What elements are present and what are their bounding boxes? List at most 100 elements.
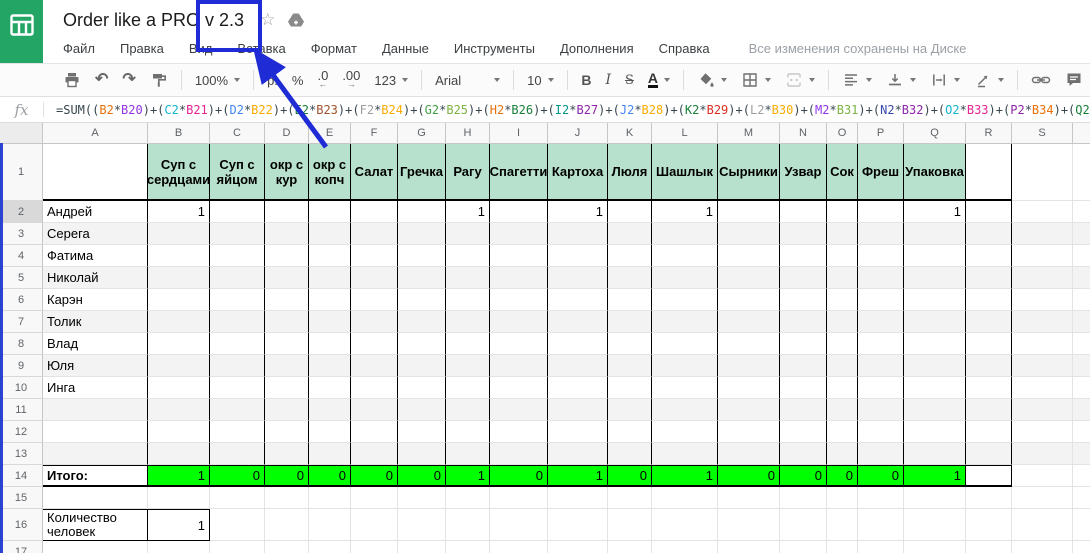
cell-T2[interactable] xyxy=(1073,201,1090,223)
cell-Q8[interactable] xyxy=(904,333,966,355)
cell-C2[interactable] xyxy=(210,201,265,223)
cell-O4[interactable] xyxy=(827,245,858,267)
row-header-1[interactable]: 1 xyxy=(0,144,43,201)
cell-D16[interactable] xyxy=(265,509,309,541)
paint-format-button[interactable] xyxy=(145,68,173,92)
text-wrap-button[interactable] xyxy=(925,68,965,92)
cell-H10[interactable] xyxy=(446,377,490,399)
cell-M3[interactable] xyxy=(718,223,780,245)
sheets-logo-icon[interactable] xyxy=(0,0,43,63)
insert-comment-button[interactable] xyxy=(1060,68,1088,92)
cell-M14[interactable]: 0 xyxy=(718,465,780,487)
cell-A8[interactable]: Влад xyxy=(43,333,148,355)
cell-Q15[interactable] xyxy=(904,487,966,509)
cell-E7[interactable] xyxy=(309,311,351,333)
row-header-13[interactable]: 13 xyxy=(0,443,43,465)
cell-R12[interactable] xyxy=(966,421,1012,443)
cell-B14[interactable]: 1 xyxy=(148,465,210,487)
cell-R7[interactable] xyxy=(966,311,1012,333)
menu-item-addons[interactable]: Дополнения xyxy=(560,41,634,56)
cell-P5[interactable] xyxy=(858,267,904,289)
cell-Q11[interactable] xyxy=(904,399,966,421)
row-header-3[interactable]: 3 xyxy=(0,223,43,245)
cell-Q3[interactable] xyxy=(904,223,966,245)
cell-D6[interactable] xyxy=(265,289,309,311)
cell-S10[interactable] xyxy=(1012,377,1073,399)
cell-H11[interactable] xyxy=(446,399,490,421)
cell-I14[interactable]: 0 xyxy=(490,465,548,487)
cell-E12[interactable] xyxy=(309,421,351,443)
font-select[interactable]: Arial xyxy=(430,70,505,91)
column-header-F[interactable]: F xyxy=(351,123,398,144)
cell-O15[interactable] xyxy=(827,487,858,509)
cell-E8[interactable] xyxy=(309,333,351,355)
row-header-4[interactable]: 4 xyxy=(0,245,43,267)
cell-F1[interactable]: Салат xyxy=(351,144,398,201)
cell-P13[interactable] xyxy=(858,443,904,465)
cell-J2[interactable]: 1 xyxy=(548,201,608,223)
cell-Q6[interactable] xyxy=(904,289,966,311)
cell-K17[interactable] xyxy=(608,541,652,553)
cell-R4[interactable] xyxy=(966,245,1012,267)
cell-N8[interactable] xyxy=(780,333,827,355)
cell-K11[interactable] xyxy=(608,399,652,421)
cell-R14[interactable] xyxy=(966,465,1012,487)
cell-G6[interactable] xyxy=(398,289,446,311)
cell-N6[interactable] xyxy=(780,289,827,311)
column-header-A[interactable]: A xyxy=(43,123,148,144)
column-header-C[interactable]: C xyxy=(210,123,265,144)
cell-C9[interactable] xyxy=(210,355,265,377)
cell-N2[interactable] xyxy=(780,201,827,223)
cell-E5[interactable] xyxy=(309,267,351,289)
cell-T3[interactable] xyxy=(1073,223,1090,245)
row-header-12[interactable]: 12 xyxy=(0,421,43,443)
cell-L17[interactable] xyxy=(652,541,718,553)
zoom-select[interactable]: 100% xyxy=(190,70,245,91)
cell-J1[interactable]: Картоха xyxy=(548,144,608,201)
cell-G14[interactable]: 0 xyxy=(398,465,446,487)
cell-A3[interactable]: Серега xyxy=(43,223,148,245)
cell-O1[interactable]: Сок xyxy=(827,144,858,201)
cell-G10[interactable] xyxy=(398,377,446,399)
cell-N12[interactable] xyxy=(780,421,827,443)
cell-T14[interactable] xyxy=(1073,465,1090,487)
row-header-11[interactable]: 11 xyxy=(0,399,43,421)
cell-L7[interactable] xyxy=(652,311,718,333)
cell-D10[interactable] xyxy=(265,377,309,399)
cell-G2[interactable] xyxy=(398,201,446,223)
cell-T15[interactable] xyxy=(1073,487,1090,509)
cell-L4[interactable] xyxy=(652,245,718,267)
cell-E13[interactable] xyxy=(309,443,351,465)
cell-L3[interactable] xyxy=(652,223,718,245)
cell-I5[interactable] xyxy=(490,267,548,289)
cell-P15[interactable] xyxy=(858,487,904,509)
cell-J13[interactable] xyxy=(548,443,608,465)
cell-C1[interactable]: Суп с яйцом xyxy=(210,144,265,201)
cell-Q5[interactable] xyxy=(904,267,966,289)
star-icon[interactable]: ☆ xyxy=(260,10,275,30)
cell-B17[interactable] xyxy=(148,541,210,553)
cell-M12[interactable] xyxy=(718,421,780,443)
cell-M6[interactable] xyxy=(718,289,780,311)
row-header-9[interactable]: 9 xyxy=(0,355,43,377)
cell-C13[interactable] xyxy=(210,443,265,465)
cell-H9[interactable] xyxy=(446,355,490,377)
cell-L5[interactable] xyxy=(652,267,718,289)
cell-G16[interactable] xyxy=(398,509,446,541)
cell-A10[interactable]: Инга xyxy=(43,377,148,399)
column-header-P[interactable]: P xyxy=(858,123,904,144)
row-header-8[interactable]: 8 xyxy=(0,333,43,355)
cell-O7[interactable] xyxy=(827,311,858,333)
cell-R10[interactable] xyxy=(966,377,1012,399)
menu-item-help[interactable]: Справка xyxy=(659,41,710,56)
text-rotation-button[interactable] xyxy=(969,68,1009,92)
cell-G5[interactable] xyxy=(398,267,446,289)
row-header-17[interactable]: 17 xyxy=(0,541,43,553)
cell-K4[interactable] xyxy=(608,245,652,267)
cell-S11[interactable] xyxy=(1012,399,1073,421)
cell-J17[interactable] xyxy=(548,541,608,553)
cell-R9[interactable] xyxy=(966,355,1012,377)
cell-A17[interactable] xyxy=(43,541,148,553)
cell-C15[interactable] xyxy=(210,487,265,509)
cell-N3[interactable] xyxy=(780,223,827,245)
